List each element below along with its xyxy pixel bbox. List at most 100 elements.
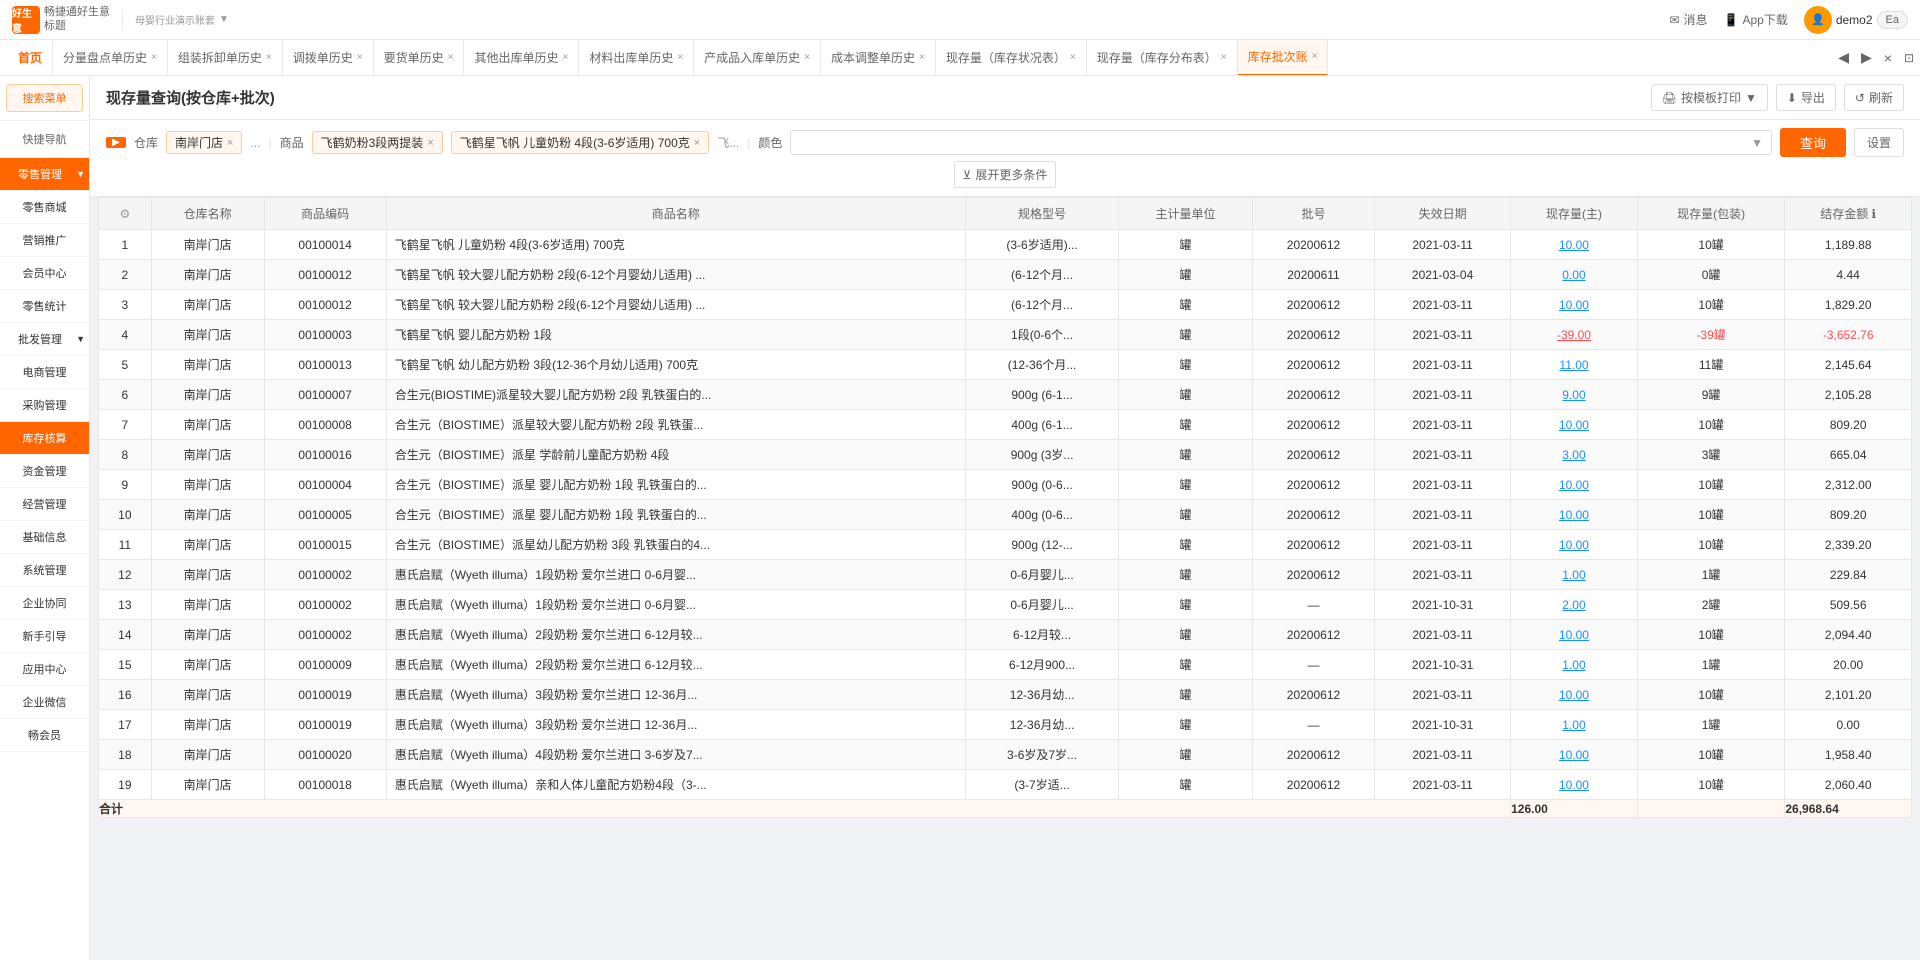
- tab-close-5[interactable]: ×: [677, 52, 683, 63]
- nav-prev-btn[interactable]: ◀: [1832, 45, 1855, 70]
- tab-close-2[interactable]: ×: [357, 52, 363, 63]
- nav-expand-btn[interactable]: ⊡: [1898, 47, 1920, 69]
- tab-5[interactable]: 材料出库单历史 ×: [579, 40, 694, 76]
- cell-stock-main[interactable]: 11.00: [1511, 350, 1638, 380]
- filter-toggle-btn[interactable]: ▶: [106, 137, 126, 148]
- tab-close-1[interactable]: ×: [266, 52, 272, 63]
- table-row: 3 南岸门店 00100012 飞鹤星飞帆 较大婴儿配方奶粉 2段(6-12个月…: [99, 290, 1912, 320]
- tab-close-6[interactable]: ×: [804, 52, 810, 63]
- export-btn[interactable]: ⬇ 导出: [1776, 84, 1836, 111]
- cell-stock-main[interactable]: 10.00: [1511, 470, 1638, 500]
- sidebar-item-purchase[interactable]: 采购管理: [0, 389, 89, 422]
- cell-stock-main[interactable]: 9.00: [1511, 380, 1638, 410]
- cell-stock-main[interactable]: 10.00: [1511, 530, 1638, 560]
- sidebar-item-retail-mall[interactable]: 零售商城: [0, 191, 89, 224]
- sidebar-item-marketing[interactable]: 营销推广: [0, 224, 89, 257]
- tab-9[interactable]: 现存量（库存分布表） ×: [1087, 40, 1238, 76]
- tab-10[interactable]: 库存批次账 ×: [1238, 40, 1329, 76]
- sidebar-item-basic-info[interactable]: 基础信息: [0, 521, 89, 554]
- cell-stock-main[interactable]: 1.00: [1511, 560, 1638, 590]
- settings-btn[interactable]: 设置: [1854, 128, 1904, 157]
- refresh-btn[interactable]: ↺ 刷新: [1844, 84, 1904, 111]
- query-btn[interactable]: 查询: [1780, 128, 1846, 157]
- sidebar-item-ecommerce[interactable]: 电商管理: [0, 356, 89, 389]
- sidebar-item-finance[interactable]: 资金管理: [0, 455, 89, 488]
- tab-8[interactable]: 现存量（库存状况表） ×: [936, 40, 1087, 76]
- sidebar-item-guide[interactable]: 新手引导: [0, 620, 89, 653]
- tab-4[interactable]: 其他出库单历史 ×: [464, 40, 579, 76]
- tab-0[interactable]: 分量盘点单历史 ×: [53, 40, 168, 76]
- sidebar-item-wholesale[interactable]: 批发管理 ▼: [0, 323, 89, 356]
- search-menu-btn[interactable]: 搜索菜单: [6, 84, 83, 112]
- cell-stock-main[interactable]: 2.00: [1511, 590, 1638, 620]
- tab-close-7[interactable]: ×: [919, 52, 925, 63]
- app-download-btn[interactable]: 📱 App下载: [1724, 11, 1788, 28]
- cell-stock-main[interactable]: 10.00: [1511, 740, 1638, 770]
- template-print-btn[interactable]: 🖨 按模板打印 ▼: [1651, 84, 1768, 111]
- tab-close-8[interactable]: ×: [1070, 52, 1076, 63]
- cell-stock-main[interactable]: 10.00: [1511, 770, 1638, 800]
- user-area[interactable]: 👤 demo2 Ea: [1804, 6, 1908, 34]
- tab-close-0[interactable]: ×: [151, 52, 157, 63]
- tab-close-10[interactable]: ×: [1312, 51, 1318, 62]
- tab-2[interactable]: 调拨单历史 ×: [283, 40, 374, 76]
- sidebar-item-retail-stats[interactable]: 零售统计: [0, 290, 89, 323]
- sidebar-item-app-center[interactable]: 应用中心: [0, 653, 89, 686]
- expand-filter-btn[interactable]: ⊻ 展开更多条件: [954, 161, 1057, 188]
- cell-warehouse: 南岸门店: [151, 380, 264, 410]
- account-selector[interactable]: 母婴行业演示账套 ▼: [135, 12, 229, 27]
- cell-expiry: 2021-03-04: [1375, 260, 1511, 290]
- cell-balance: 20.00: [1785, 650, 1912, 680]
- tab-7[interactable]: 成本调整单历史 ×: [821, 40, 936, 76]
- sidebar-item-retail-mgmt[interactable]: 零售管理 ▼: [0, 158, 89, 191]
- tab-close-3[interactable]: ×: [448, 52, 454, 63]
- tab-close-4[interactable]: ×: [562, 52, 568, 63]
- product-more[interactable]: 飞...: [717, 134, 739, 151]
- cell-stock-main[interactable]: 10.00: [1511, 410, 1638, 440]
- color-filter-input[interactable]: ▼: [790, 130, 1772, 155]
- tab-home[interactable]: 首页: [8, 40, 53, 76]
- cell-stock-main[interactable]: -39.00: [1511, 320, 1638, 350]
- sidebar-item-enterprise-wechat[interactable]: 企业微信: [0, 686, 89, 719]
- tab-6[interactable]: 产成品入库单历史 ×: [694, 40, 821, 76]
- warehouse-tag[interactable]: 南岸门店 ×: [166, 131, 242, 154]
- message-btn[interactable]: ✉ 消息: [1669, 11, 1707, 28]
- cell-stock-main[interactable]: 3.00: [1511, 440, 1638, 470]
- warehouse-more[interactable]: ...: [250, 136, 260, 150]
- cell-stock-main[interactable]: 0.00: [1511, 260, 1638, 290]
- cell-code: 00100020: [264, 740, 386, 770]
- tab-1[interactable]: 组装拆卸单历史 ×: [168, 40, 283, 76]
- product-tag-0[interactable]: 飞鹤奶粉3段两提装 ×: [312, 131, 443, 154]
- cell-stock-pkg: 2罐: [1637, 590, 1785, 620]
- table-row: 8 南岸门店 00100016 合生元（BIOSTIME）派星 学龄前儿童配方奶…: [99, 440, 1912, 470]
- tab-3[interactable]: 要货单历史 ×: [374, 40, 465, 76]
- cell-stock-main[interactable]: 1.00: [1511, 710, 1638, 740]
- cell-spec: 400g (6-1...: [965, 410, 1118, 440]
- cell-stock-main[interactable]: 10.00: [1511, 500, 1638, 530]
- quick-nav-link[interactable]: 快捷导航: [4, 127, 85, 151]
- cell-code: 00100012: [264, 260, 386, 290]
- cell-stock-main[interactable]: 1.00: [1511, 650, 1638, 680]
- cell-spec: 3-6岁及7岁...: [965, 740, 1118, 770]
- sidebar-item-system[interactable]: 系统管理: [0, 554, 89, 587]
- sidebar-item-inventory[interactable]: 库存核算: [0, 422, 89, 455]
- sidebar-item-member[interactable]: 会员中心: [0, 257, 89, 290]
- th-settings[interactable]: ⚙: [99, 198, 152, 230]
- product-tag-1[interactable]: 飞鹤星飞帆 儿童奶粉 4段(3-6岁适用) 700克 ×: [451, 131, 709, 154]
- cell-stock-main[interactable]: 10.00: [1511, 230, 1638, 260]
- cell-no: 10: [99, 500, 152, 530]
- product-tag-0-close[interactable]: ×: [427, 137, 433, 149]
- product-tag-1-close[interactable]: ×: [694, 137, 700, 149]
- sidebar-item-operations[interactable]: 经营管理: [0, 488, 89, 521]
- nav-next-btn[interactable]: ▶: [1855, 45, 1878, 70]
- cell-stock-main[interactable]: 10.00: [1511, 620, 1638, 650]
- sidebar-item-member-plus[interactable]: 畅会员: [0, 719, 89, 752]
- cell-stock-main[interactable]: 10.00: [1511, 290, 1638, 320]
- sidebar-item-cooperation[interactable]: 企业协同: [0, 587, 89, 620]
- tab-close-9[interactable]: ×: [1221, 52, 1227, 63]
- cell-spec: 900g (3岁...: [965, 440, 1118, 470]
- cell-stock-main[interactable]: 10.00: [1511, 680, 1638, 710]
- nav-close-all-btn[interactable]: ×: [1878, 46, 1898, 70]
- warehouse-tag-close[interactable]: ×: [227, 137, 233, 149]
- quick-nav-area: 快捷导航: [0, 121, 89, 158]
